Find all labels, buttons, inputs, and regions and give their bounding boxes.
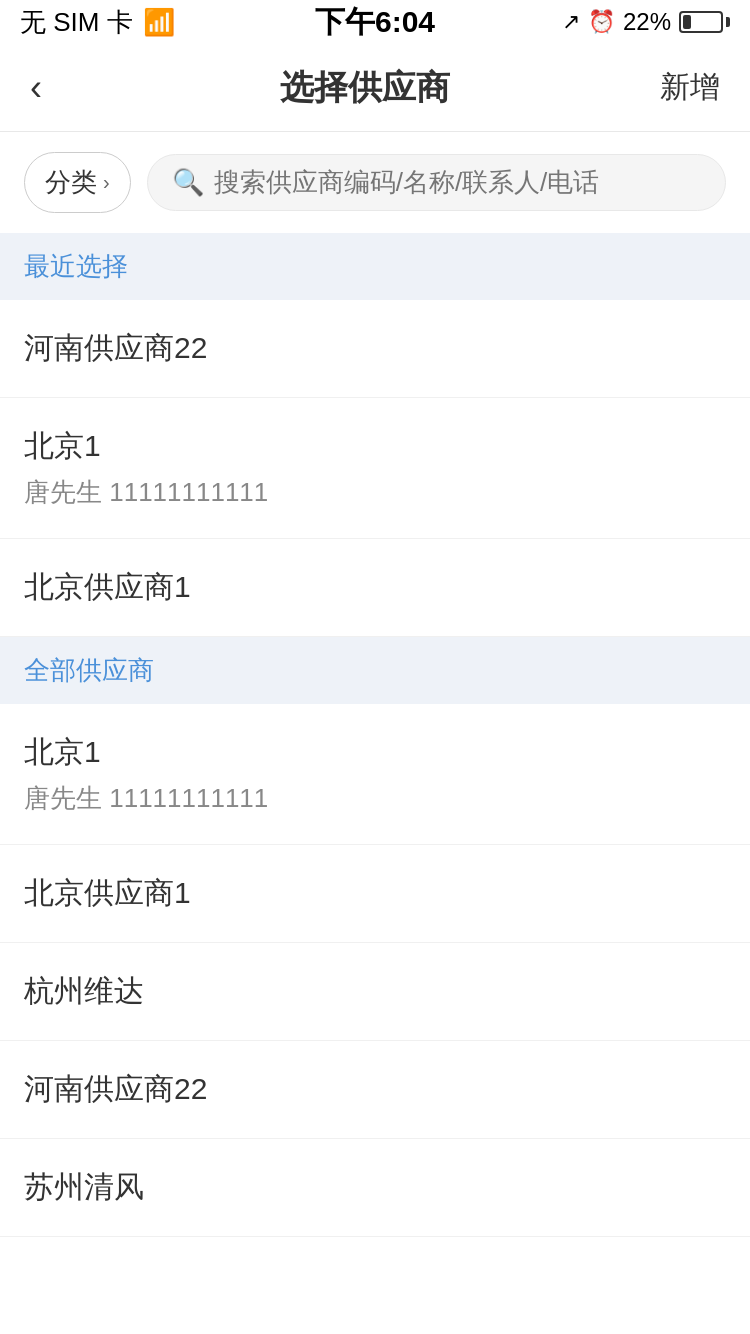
filter-bar: 分类 › 🔍 bbox=[0, 132, 750, 233]
location-icon: ↗ bbox=[562, 9, 580, 35]
recent-items-list: 河南供应商22 北京1 唐先生 11111111111 北京供应商1 bbox=[0, 300, 750, 637]
item-name: 北京供应商1 bbox=[24, 873, 726, 914]
item-sub: 唐先生 11111111111 bbox=[24, 781, 726, 816]
status-carrier: 无 SIM 卡 📶 bbox=[20, 5, 175, 40]
back-button[interactable]: ‹ bbox=[30, 67, 90, 109]
all-items-list: 北京1 唐先生 11111111111 北京供应商1 杭州维达河南供应商22 苏州清风 bbox=[0, 704, 750, 1237]
item-name: 苏州清风 bbox=[24, 1167, 726, 1208]
all-section-header: 全部供应商 bbox=[0, 637, 750, 704]
status-time: 下午6:04 bbox=[315, 2, 435, 43]
all-list-item[interactable]: 北京供应商1 bbox=[0, 845, 750, 943]
battery-indicator bbox=[679, 11, 730, 33]
item-name: 北京1 bbox=[24, 426, 726, 467]
recent-list-item[interactable]: 北京供应商1 bbox=[0, 539, 750, 637]
page-title: 选择供应商 bbox=[90, 65, 640, 111]
search-input[interactable] bbox=[214, 167, 701, 198]
add-button[interactable]: 新增 bbox=[640, 67, 720, 108]
status-bar: 无 SIM 卡 📶 下午6:04 ↗ ⏰ 22% bbox=[0, 0, 750, 44]
item-name: 北京供应商1 bbox=[24, 567, 726, 608]
all-list-item[interactable]: 北京1 唐先生 11111111111 bbox=[0, 704, 750, 845]
wifi-icon: 📶 bbox=[143, 7, 175, 38]
category-filter-button[interactable]: 分类 › bbox=[24, 152, 131, 213]
recent-section-header: 最近选择 bbox=[0, 233, 750, 300]
all-list-item[interactable]: 杭州维达 bbox=[0, 943, 750, 1041]
item-name: 杭州维达 bbox=[24, 971, 726, 1012]
item-name: 北京1 bbox=[24, 732, 726, 773]
chevron-right-icon: › bbox=[103, 171, 110, 194]
recent-list-item[interactable]: 河南供应商22 bbox=[0, 300, 750, 398]
navigation-bar: ‹ 选择供应商 新增 bbox=[0, 44, 750, 132]
category-label: 分类 bbox=[45, 165, 97, 200]
item-sub: 唐先生 11111111111 bbox=[24, 475, 726, 510]
carrier-text: 无 SIM 卡 bbox=[20, 5, 133, 40]
all-list-item[interactable]: 苏州清风 bbox=[0, 1139, 750, 1237]
battery-percent: 22% bbox=[623, 8, 671, 36]
recent-list-item[interactable]: 北京1 唐先生 11111111111 bbox=[0, 398, 750, 539]
recent-section-label: 最近选择 bbox=[24, 251, 128, 281]
search-box[interactable]: 🔍 bbox=[147, 154, 726, 211]
all-section-label: 全部供应商 bbox=[24, 655, 154, 685]
all-list-item[interactable]: 河南供应商22 bbox=[0, 1041, 750, 1139]
item-name: 河南供应商22 bbox=[24, 1069, 726, 1110]
alarm-icon: ⏰ bbox=[588, 9, 615, 35]
search-icon: 🔍 bbox=[172, 167, 204, 198]
item-name: 河南供应商22 bbox=[24, 328, 726, 369]
status-right: ↗ ⏰ 22% bbox=[562, 8, 730, 36]
